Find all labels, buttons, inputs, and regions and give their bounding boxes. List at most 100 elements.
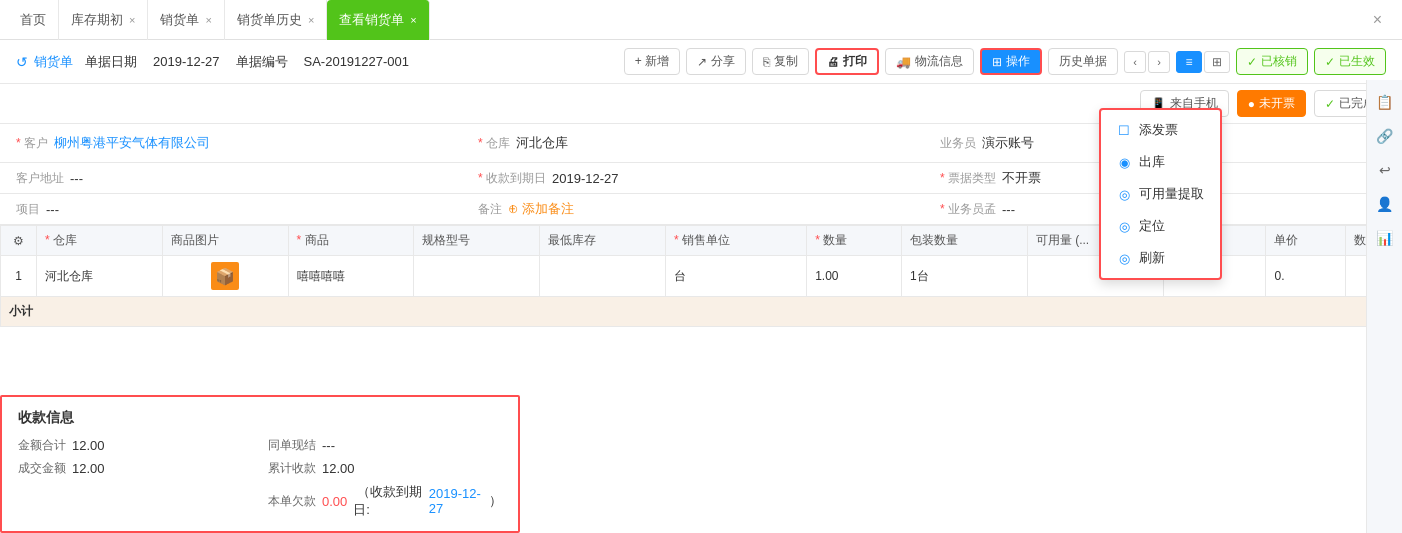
date-label: 单据日期 xyxy=(85,53,137,71)
address-value: --- xyxy=(70,171,83,186)
add-invoice-item[interactable]: ☐ 添发票 xyxy=(1101,114,1220,146)
number-value: SA-20191227-001 xyxy=(304,54,410,69)
warehouse-out-item[interactable]: ◉ 出库 xyxy=(1101,146,1220,178)
prev-button[interactable]: ‹ xyxy=(1124,51,1146,73)
tab-view-sales-close[interactable]: × xyxy=(410,14,416,26)
sidebar-chart-icon[interactable]: 📊 xyxy=(1371,224,1399,252)
locate-item[interactable]: ◎ 定位 xyxy=(1101,210,1220,242)
warehouse-field: 仓库 河北仓库 xyxy=(478,134,924,152)
customer-field: 客户 柳州粤港平安气体有限公司 xyxy=(16,134,462,152)
date-value: 2019-12-27 xyxy=(153,54,220,69)
col-image: 商品图片 xyxy=(162,226,288,256)
tab-home[interactable]: 首页 xyxy=(8,0,59,40)
project-label: 项目 xyxy=(16,201,40,218)
new-button[interactable]: + 新增 xyxy=(624,48,680,75)
next-button[interactable]: › xyxy=(1148,51,1170,73)
row-warehouse: 河北仓库 xyxy=(37,256,163,297)
share-icon: ↗ xyxy=(697,55,707,69)
row-image: 📦 xyxy=(162,256,288,297)
radio-icon: ◉ xyxy=(1117,155,1131,169)
col-product: * 商品 xyxy=(288,226,414,256)
same-order-label: 同单现结 xyxy=(268,437,316,454)
sales-rep-value: --- xyxy=(1002,202,1015,217)
row-spec xyxy=(414,256,540,297)
sidebar-link-icon[interactable]: 🔗 xyxy=(1371,122,1399,150)
radio-icon4: ◎ xyxy=(1117,251,1131,265)
project-field: 项目 --- xyxy=(16,200,462,218)
operations-button[interactable]: ⊞ 操作 xyxy=(980,48,1042,75)
uninvoiced-button[interactable]: ● 未开票 xyxy=(1237,90,1306,117)
customer-label: 客户 xyxy=(16,135,48,152)
operations-dropdown: ☐ 添发票 ◉ 出库 ◎ 可用量提取 ◎ 定位 ◎ 刷新 xyxy=(1099,108,1222,280)
row-sales-unit: 台 xyxy=(665,256,806,297)
refresh-label: 刷新 xyxy=(1139,249,1165,267)
staff-value: 演示账号 xyxy=(982,134,1034,152)
nav-arrows: ‹ › xyxy=(1124,51,1170,73)
bill-type-value: 不开票 xyxy=(1002,169,1041,187)
radio-icon3: ◎ xyxy=(1117,219,1131,233)
canceled-status: ✓ 已核销 xyxy=(1236,48,1308,75)
share-button[interactable]: ↗ 分享 xyxy=(686,48,746,75)
copy-button[interactable]: ⎘ 复制 xyxy=(752,48,809,75)
grid-view-button[interactable]: ⊞ xyxy=(1204,51,1230,73)
sidebar-return-icon[interactable]: ↩ xyxy=(1371,156,1399,184)
tab-sales-order[interactable]: 销货单 × xyxy=(148,0,224,40)
due-note-end: ） xyxy=(489,492,502,510)
doc-type-label: ↺ 销货单 xyxy=(16,53,73,71)
window-close-button[interactable]: × xyxy=(1361,11,1394,29)
row-pack-qty: 1台 xyxy=(902,256,1028,297)
col-price: 单价 xyxy=(1266,226,1345,256)
history-button[interactable]: 历史单据 xyxy=(1048,48,1118,75)
current-due-value: 0.00 xyxy=(322,494,347,509)
deal-amount-label: 成交金额 xyxy=(18,460,66,477)
due-date: 2019-12-27 xyxy=(429,486,483,516)
tab-inventory-init[interactable]: 库存期初 × xyxy=(59,0,148,40)
total-value: 12.00 xyxy=(72,438,105,453)
tab-inventory-init-close[interactable]: × xyxy=(129,14,135,26)
right-sidebar: 📋 🔗 ↩ 👤 📊 ⛶ xyxy=(1366,80,1402,533)
print-icon: 🖨 xyxy=(827,55,839,69)
col-warehouse: * 仓库 xyxy=(37,226,163,256)
tab-sales-history[interactable]: 销货单历史 × xyxy=(225,0,327,40)
same-order-row: 同单现结 --- xyxy=(268,437,502,454)
customer-value[interactable]: 柳州粤港平安气体有限公司 xyxy=(54,134,210,152)
view-toggle: ≡ ⊞ xyxy=(1176,51,1230,73)
refresh-item[interactable]: ◎ 刷新 xyxy=(1101,242,1220,274)
list-view-button[interactable]: ≡ xyxy=(1176,51,1202,73)
tab-bar: 首页 库存期初 × 销货单 × 销货单历史 × 查看销货单 × × xyxy=(0,0,1402,40)
doc-meta: 单据日期 2019-12-27 单据编号 SA-20191227-001 xyxy=(85,53,409,71)
tab-sales-history-close[interactable]: × xyxy=(308,14,314,26)
doc-type-icon: ↺ xyxy=(16,54,28,70)
logistics-button[interactable]: 🚚 物流信息 xyxy=(885,48,974,75)
bottom-info-panel: 收款信息 金额合计 12.00 同单现结 --- 成交金额 12.00 累计收款… xyxy=(0,395,520,533)
main-content: ↺ 销货单 单据日期 2019-12-27 单据编号 SA-20191227-0… xyxy=(0,40,1402,533)
header-right: + 新增 ↗ 分享 ⎘ 复制 🖨 打印 🚚 物流信息 xyxy=(624,48,1386,75)
row-product: 嘻嘻嘻嘻 xyxy=(288,256,414,297)
col-sales-unit: * 销售单位 xyxy=(665,226,806,256)
current-due-label: 本单欠款 xyxy=(268,493,316,510)
bottom-info-title: 收款信息 xyxy=(18,409,502,427)
available-qty-item[interactable]: ◎ 可用量提取 xyxy=(1101,178,1220,210)
tab-sales-order-close[interactable]: × xyxy=(205,14,211,26)
payment-date-label: 收款到期日 xyxy=(478,170,546,187)
print-button[interactable]: 🖨 打印 xyxy=(815,48,879,75)
effective-icon: ✓ xyxy=(1325,55,1335,69)
remark-add[interactable]: ⊕ 添加备注 xyxy=(508,200,574,218)
warehouse-label: 仓库 xyxy=(478,135,510,152)
col-pack-qty: 包装数量 xyxy=(902,226,1028,256)
tab-view-sales[interactable]: 查看销货单 × xyxy=(327,0,429,40)
current-due-row: 本单欠款 0.00 （收款到期日: 2019-12-27 ） xyxy=(268,483,502,519)
cumulative-value: 12.00 xyxy=(322,461,355,476)
remark-label: 备注 xyxy=(478,201,502,218)
complete-icon: ✓ xyxy=(1325,97,1335,111)
col-settings[interactable]: ⚙ xyxy=(1,226,37,256)
address-field: 客户地址 --- xyxy=(16,169,462,187)
payment-date-value: 2019-12-27 xyxy=(552,171,619,186)
number-label: 单据编号 xyxy=(236,53,288,71)
ops-icon: ⊞ xyxy=(992,55,1002,69)
cumulative-label: 累计收款 xyxy=(268,460,316,477)
remark-field: 备注 ⊕ 添加备注 xyxy=(478,200,924,218)
deal-amount-value: 12.00 xyxy=(72,461,105,476)
sidebar-user-icon[interactable]: 👤 xyxy=(1371,190,1399,218)
sidebar-clipboard-icon[interactable]: 📋 xyxy=(1371,88,1399,116)
